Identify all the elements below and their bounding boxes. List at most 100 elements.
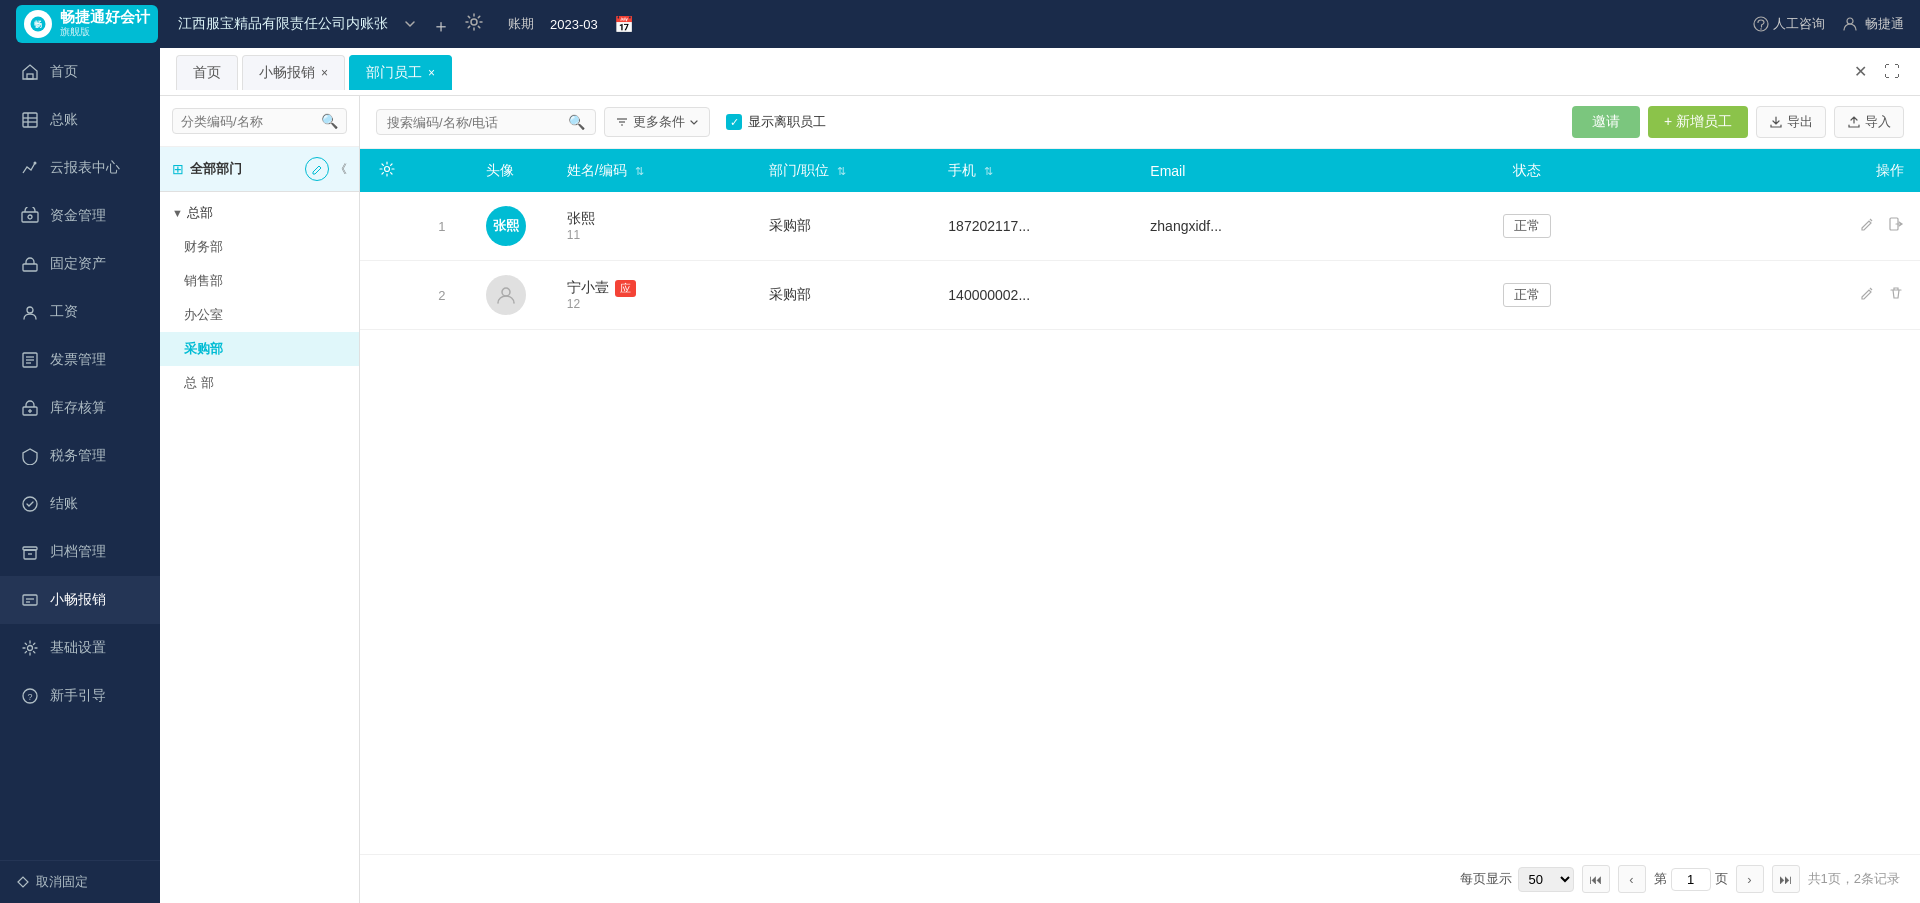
sidebar-item-expense[interactable]: 小畅报销 (0, 576, 160, 624)
page-first-button[interactable]: ⏮ (1582, 865, 1610, 893)
sidebar-item-ledger[interactable]: 总账 (0, 96, 160, 144)
phone-sort-icon[interactable]: ⇅ (984, 165, 993, 177)
tab-bar: 首页 小畅报销 × 部门员工 × ✕ ⛶ (160, 48, 1920, 96)
row1-logout-button[interactable] (1888, 216, 1904, 236)
invite-button[interactable]: 邀请 (1572, 106, 1640, 138)
col-num (414, 149, 470, 192)
filter-search-icon[interactable]: 🔍 (568, 114, 585, 130)
sidebar-label-expense2: 归档管理 (50, 543, 106, 561)
page-last-button[interactable]: ⏭ (1772, 865, 1800, 893)
row2-status-badge: 正常 (1503, 283, 1551, 307)
company-dropdown-icon[interactable] (400, 14, 420, 34)
dept-general-hq[interactable]: 总 部 (160, 366, 359, 400)
add-employee-button[interactable]: + 新增员工 (1648, 106, 1748, 138)
tab-maximize[interactable]: ⛶ (1880, 60, 1904, 84)
more-filter-button[interactable]: 更多条件 (604, 107, 710, 137)
sidebar-item-inventory[interactable]: 库存核算 (0, 384, 160, 432)
sidebar-item-guide[interactable]: ? 新手引导 (0, 672, 160, 720)
svg-point-13 (28, 215, 32, 219)
row1-status: 正常 (1359, 192, 1696, 261)
row2-edit-button[interactable] (1860, 285, 1876, 305)
app-logo[interactable]: 畅 畅捷通好会计 旗舰版 (16, 5, 158, 44)
sidebar-label-fixed-assets: 固定资产 (50, 255, 106, 273)
svg-text:畅: 畅 (34, 20, 42, 29)
all-dept-header[interactable]: ⊞ 全部部门 《 (160, 147, 359, 192)
col-gear[interactable] (360, 149, 414, 192)
all-dept-label: 全部部门 (190, 160, 299, 178)
user-menu[interactable]: 畅捷通 (1841, 15, 1904, 33)
col-dept[interactable]: 部门/职位 ⇅ (753, 149, 933, 192)
sidebar-item-reports[interactable]: 云报表中心 (0, 144, 160, 192)
col-name[interactable]: 姓名/编码 ⇅ (551, 149, 753, 192)
sidebar-item-payroll[interactable]: 工资 (0, 288, 160, 336)
period-label: 账期 (508, 15, 534, 33)
dept-hq[interactable]: ▼ 总部 (160, 196, 359, 230)
row1-actions (1695, 192, 1920, 261)
right-panel: 🔍 更多条件 显示离职员工 邀请 + 新增员工 (360, 96, 1920, 903)
sidebar-label-tax: 税务管理 (50, 447, 106, 465)
avatar-ning (486, 275, 526, 315)
dept-sales[interactable]: 销售部 (160, 264, 359, 298)
dept-office[interactable]: 办公室 (160, 298, 359, 332)
page-size-select[interactable]: 50 20 100 (1518, 867, 1574, 892)
dept-collapse-icon[interactable]: 《 (335, 161, 347, 178)
sidebar-item-archive[interactable]: 归档管理 (0, 528, 160, 576)
row2-delete-button[interactable] (1888, 285, 1904, 305)
home-icon (20, 62, 40, 82)
page-number-input[interactable] (1671, 868, 1711, 891)
import-button[interactable]: 导入 (1834, 106, 1904, 138)
add-company-button[interactable]: ＋ (432, 14, 452, 34)
col-status: 状态 (1359, 149, 1696, 192)
checkout-icon (20, 494, 40, 514)
dept-edit-button[interactable] (305, 157, 329, 181)
toolbar-right-actions: 邀请 + 新增员工 导出 导入 (1572, 106, 1904, 138)
settings-icon[interactable] (464, 12, 488, 36)
table-row: 1 张熙 张熙 11 (360, 192, 1920, 261)
sidebar-pin-toggle[interactable]: 取消固定 (0, 860, 160, 903)
dept-sort-icon[interactable]: ⇅ (837, 165, 846, 177)
sidebar-item-checkout[interactable]: 结账 (0, 480, 160, 528)
page-prev-button[interactable]: ‹ (1618, 865, 1646, 893)
tab-dept-emp-close[interactable]: × (428, 66, 435, 80)
calendar-icon[interactable]: 📅 (614, 15, 634, 34)
svg-point-15 (27, 307, 33, 313)
tab-bar-actions: ✕ ⛶ (1848, 60, 1904, 84)
tab-expense-close[interactable]: × (321, 66, 328, 80)
svg-point-23 (23, 497, 37, 511)
row2-avatar (470, 261, 551, 330)
row1-edit-button[interactable] (1860, 216, 1876, 236)
sidebar-item-invoice[interactable]: 发票管理 (0, 336, 160, 384)
dept-purchase[interactable]: 采购部 (160, 332, 359, 366)
svg-point-38 (502, 288, 510, 296)
dept-finance[interactable]: 财务部 (160, 230, 359, 264)
export-button[interactable]: 导出 (1756, 106, 1826, 138)
sidebar-item-home[interactable]: 首页 (0, 48, 160, 96)
tab-dept-emp[interactable]: 部门员工 × (349, 55, 452, 90)
tab-close-all[interactable]: ✕ (1848, 60, 1872, 84)
sidebar-label-home: 首页 (50, 63, 78, 81)
payroll-icon (20, 302, 40, 322)
dept-search-icon[interactable]: 🔍 (321, 113, 338, 129)
svg-rect-12 (22, 212, 38, 222)
sidebar-item-settings[interactable]: 基础设置 (0, 624, 160, 672)
tab-home[interactable]: 首页 (176, 55, 238, 90)
dept-search-input[interactable] (181, 114, 321, 129)
col-phone[interactable]: 手机 ⇅ (932, 149, 1134, 192)
service-button[interactable]: 人工咨询 (1753, 15, 1825, 33)
tab-expense[interactable]: 小畅报销 × (242, 55, 345, 90)
dept-search-wrap[interactable]: 🔍 (172, 108, 347, 134)
name-sort-icon[interactable]: ⇅ (635, 165, 644, 177)
sidebar-item-funds[interactable]: 资金管理 (0, 192, 160, 240)
period-value: 2023-03 (550, 17, 598, 32)
resign-checkbox-input[interactable] (726, 114, 742, 130)
search-employee-input[interactable] (387, 115, 568, 130)
grid-icon: ⊞ (172, 161, 184, 177)
show-resign-checkbox[interactable]: 显示离职员工 (726, 113, 826, 131)
row2-num: 2 (414, 261, 470, 330)
employee-table-wrap: 头像 姓名/编码 ⇅ 部门/职位 ⇅ 手机 (360, 149, 1920, 854)
sidebar-item-tax[interactable]: 税务管理 (0, 432, 160, 480)
page-next-button[interactable]: › (1736, 865, 1764, 893)
row1-dept: 采购部 (753, 192, 933, 261)
sidebar-item-fixed-assets[interactable]: 固定资产 (0, 240, 160, 288)
search-employee-wrap[interactable]: 🔍 (376, 109, 596, 135)
